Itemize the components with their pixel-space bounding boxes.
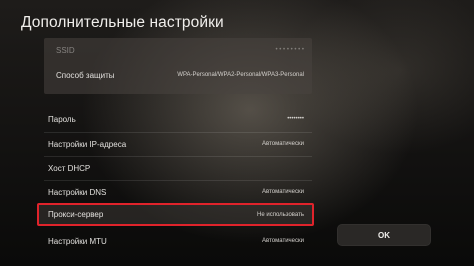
- setting-security-label: Способ защиты: [56, 70, 115, 80]
- setting-security-value: WPA-Personal/WPA2-Personal/WPA3-Personal: [177, 72, 304, 78]
- setting-ssid-value: • • • • • • • •: [275, 47, 304, 53]
- setting-mtu-label: Настройки MTU: [48, 236, 107, 246]
- setting-password-label: Пароль: [48, 114, 76, 124]
- setting-ip-address[interactable]: Настройки IP-адреса Автоматически: [44, 133, 312, 155]
- setting-dhcp-host[interactable]: Хост DHCP: [44, 157, 312, 179]
- setting-dhcp-label: Хост DHCP: [48, 163, 91, 173]
- ok-button[interactable]: OK: [337, 224, 431, 246]
- setting-proxy-label: Прокси-сервер: [48, 210, 104, 219]
- page-title: Дополнительные настройки: [21, 14, 224, 31]
- setting-ssid[interactable]: SSID • • • • • • • •: [44, 43, 312, 57]
- setting-ssid-label: SSID: [56, 45, 75, 55]
- setting-ip-label: Настройки IP-адреса: [48, 139, 127, 149]
- setting-mtu[interactable]: Настройки MTU Автоматически: [44, 230, 312, 252]
- setting-mtu-value: Автоматически: [262, 238, 304, 244]
- setting-dns[interactable]: Настройки DNS Автоматически: [44, 181, 312, 203]
- setting-security[interactable]: Способ защиты WPA-Personal/WPA2-Personal…: [44, 63, 312, 87]
- setting-password[interactable]: Пароль ••••••••: [44, 108, 312, 130]
- setting-ip-value: Автоматически: [262, 141, 304, 147]
- settings-list[interactable]: SSID • • • • • • • • Способ защиты WPA-P…: [36, 38, 314, 266]
- setting-password-value: ••••••••: [287, 116, 304, 122]
- setting-dns-value: Автоматически: [262, 189, 304, 195]
- setting-dns-label: Настройки DNS: [48, 187, 107, 197]
- setting-proxy-server[interactable]: Прокси-сервер Не использовать: [44, 204, 312, 225]
- setting-proxy-value: Не использовать: [257, 211, 304, 218]
